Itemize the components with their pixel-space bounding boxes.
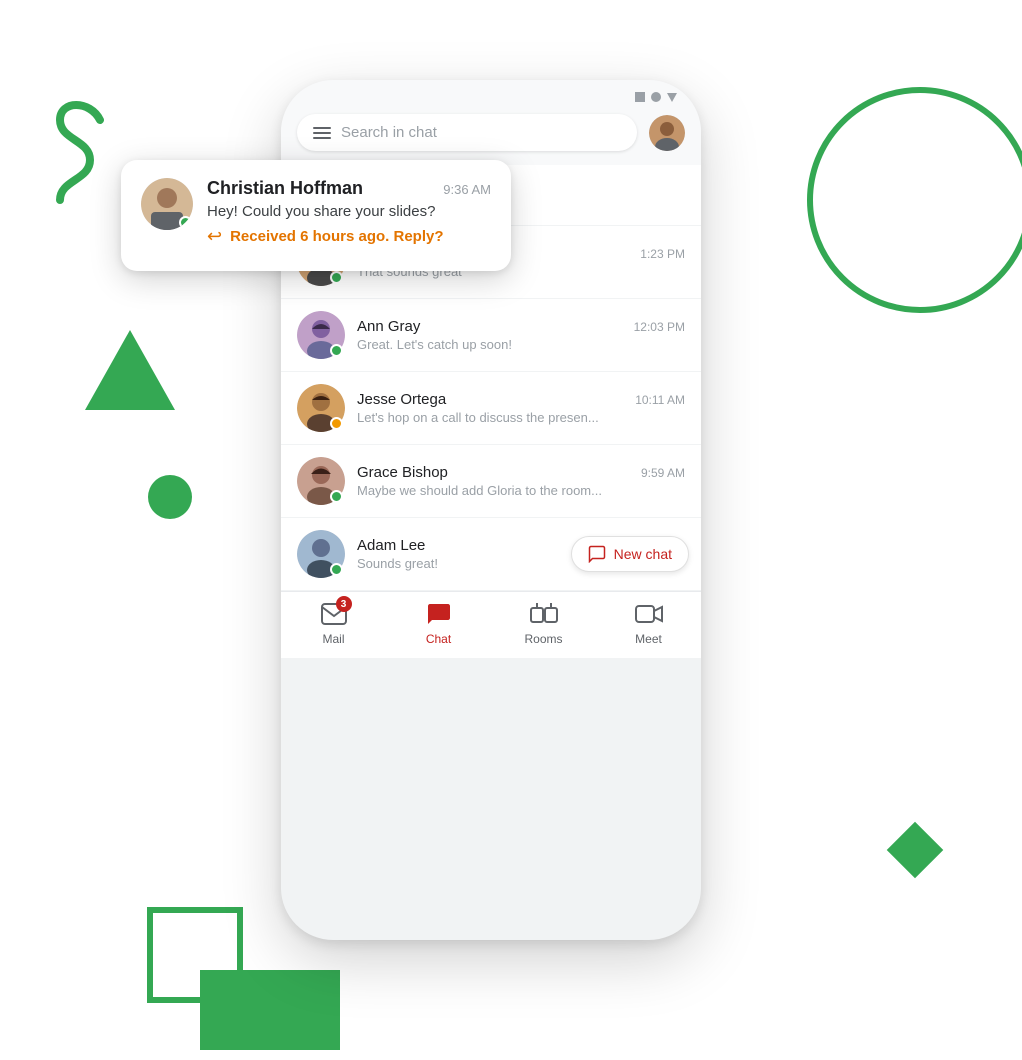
rooms-icon [530,600,558,628]
chat-preview: Maybe we should add Gloria to the room..… [357,483,685,498]
nav-item-mail[interactable]: 3 Mail [281,600,386,646]
notification-avatar [141,178,193,230]
avatar-wrapper [297,530,345,578]
status-dot-green [330,344,343,357]
notif-message: Hey! Could you share your slides? [207,203,491,220]
notification-card[interactable]: Christian Hoffman 9:36 AM Hey! Could you… [121,160,511,271]
nav-label-meet: Meet [635,632,662,646]
status-dot-green [330,563,343,576]
status-dot-orange [330,417,343,430]
new-chat-label: New chat [614,546,672,562]
chat-content: Ann Gray 12:03 PM Great. Let's catch up … [357,318,685,352]
list-item[interactable]: Adam Lee Sounds great! New chat [281,518,701,591]
hamburger-menu-icon[interactable] [313,127,331,139]
bottom-navigation: 3 Mail Chat [281,591,701,658]
status-triangle-icon [667,93,677,102]
list-item[interactable]: Jesse Ortega 10:11 AM Let's hop on a cal… [281,372,701,445]
avatar-wrapper [297,457,345,505]
nav-item-chat[interactable]: Chat [386,600,491,646]
avatar-wrapper [297,311,345,359]
notif-time: 9:36 AM [443,182,491,197]
notif-sender-name: Christian Hoffman [207,178,363,199]
chat-name: Ann Gray [357,318,420,335]
chat-bubble-icon [588,545,606,563]
list-item[interactable]: Ann Gray 12:03 PM Great. Let's catch up … [281,299,701,372]
nav-label-mail: Mail [322,632,344,646]
search-input-container[interactable]: Search in chat [297,114,637,151]
chat-name: Grace Bishop [357,464,448,481]
chat-preview: Great. Let's catch up soon! [357,337,685,352]
mail-badge: 3 [336,596,352,612]
reply-arrow-icon: ↩ [207,226,222,247]
chat-time: 1:23 PM [640,247,685,261]
nav-label-chat: Chat [426,632,451,646]
status-bar [281,80,701,106]
status-square-icon [635,92,645,102]
meet-icon [635,600,663,628]
user-avatar[interactable] [649,115,685,151]
chat-nav-icon [425,600,453,628]
notif-action-text: Received 6 hours ago. Reply? [230,228,443,245]
nav-item-rooms[interactable]: Rooms [491,600,596,646]
notification-text: Christian Hoffman 9:36 AM Hey! Could you… [207,178,491,247]
status-dot-green [330,490,343,503]
nav-item-meet[interactable]: Meet [596,600,701,646]
chat-name: Adam Lee [357,537,425,554]
chat-content: Jesse Ortega 10:11 AM Let's hop on a cal… [357,391,685,425]
chat-preview: Let's hop on a call to discuss the prese… [357,410,685,425]
list-item[interactable]: Grace Bishop 9:59 AM Maybe we should add… [281,445,701,518]
chat-content: Grace Bishop 9:59 AM Maybe we should add… [357,464,685,498]
avatar-wrapper [297,384,345,432]
chat-name: Jesse Ortega [357,391,446,408]
new-chat-button[interactable]: New chat [571,536,689,572]
chat-time: 12:03 PM [634,320,685,334]
chat-time: 10:11 AM [635,393,685,407]
chat-time: 9:59 AM [641,466,685,480]
search-bar: Search in chat [281,106,701,165]
notif-action[interactable]: ↩ Received 6 hours ago. Reply? [207,226,491,247]
nav-label-rooms: Rooms [524,632,562,646]
search-placeholder: Search in chat [341,124,621,141]
mail-icon: 3 [320,600,348,628]
status-circle-icon [651,92,661,102]
status-dot-green [330,271,343,284]
scene: Christian Hoffman 9:36 AM Hey! Could you… [161,20,861,1040]
